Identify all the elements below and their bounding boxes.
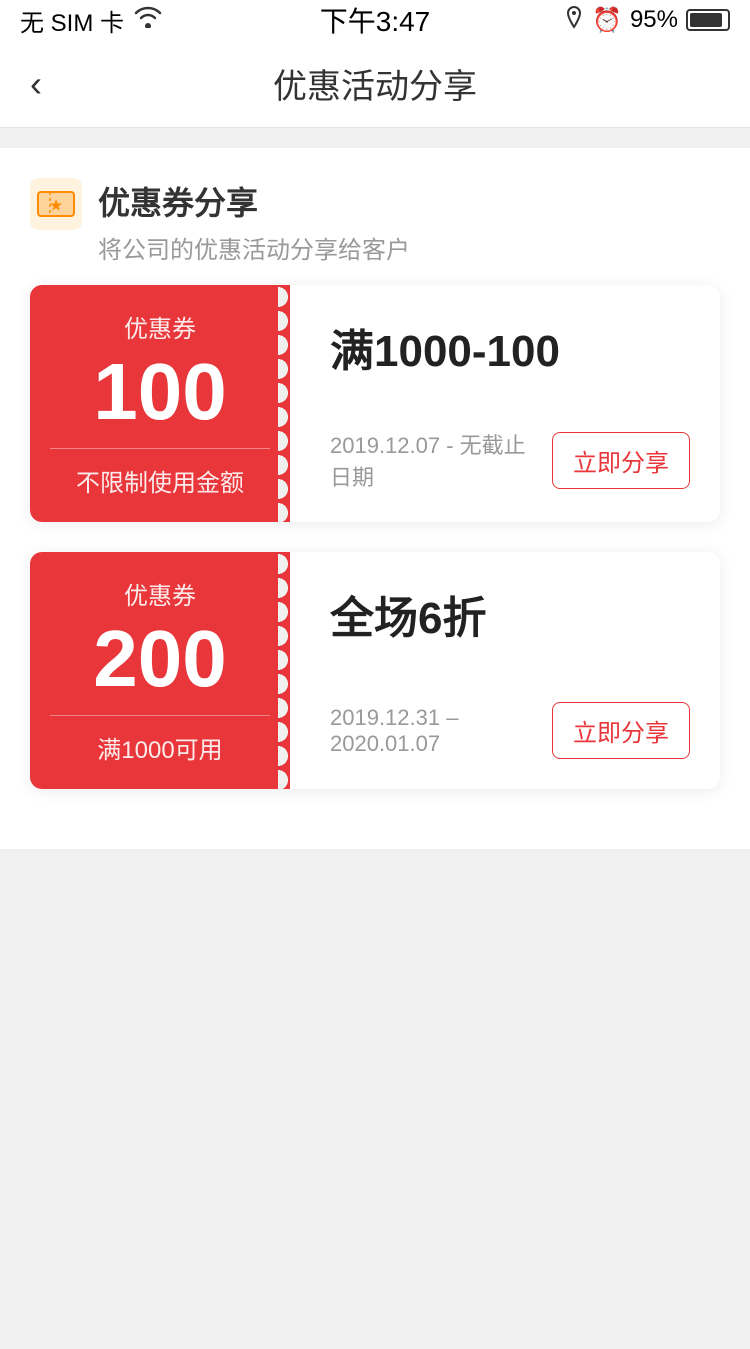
coupon-card-2: 优惠券 200 满1000可用 全场6折 2019.12.31 – 2020.0… (30, 552, 720, 789)
location-icon (564, 5, 584, 36)
coupon-right-1: 满1000-100 2019.12.07 - 无截止日期 立即分享 (290, 285, 720, 522)
status-time: 下午3:47 (320, 0, 431, 40)
alarm-icon: ⏰ (592, 6, 622, 35)
coupon-right-2: 全场6折 2019.12.31 – 2020.01.07 立即分享 (290, 552, 720, 789)
coupon-label-1: 优惠券 (124, 309, 196, 344)
section-heading: 优惠券分享 (98, 178, 410, 224)
share-button-1[interactable]: 立即分享 (552, 432, 690, 489)
coupon-left-1: 优惠券 100 不限制使用金额 (30, 285, 290, 522)
section-text: 优惠券分享 将公司的优惠活动分享给客户 (98, 178, 410, 265)
coupon-bottom-2: 2019.12.31 – 2020.01.07 立即分享 (330, 702, 690, 759)
gray-background (0, 849, 750, 1349)
carrier-text: 无 SIM 卡 (20, 3, 124, 38)
status-bar: 无 SIM 卡 下午3:47 ⏰ 95% (0, 0, 750, 40)
coupon-condition-2: 满1000可用 (97, 730, 222, 765)
coupon-amount-1: 100 (93, 352, 226, 432)
coupon-title-2: 全场6折 (330, 582, 690, 646)
coupon-label-2: 优惠券 (124, 576, 196, 611)
svg-text:★: ★ (50, 197, 63, 213)
coupon-left-2: 优惠券 200 满1000可用 (30, 552, 290, 789)
coupon-divider-2 (50, 715, 270, 716)
coupon-amount-2: 200 (93, 619, 226, 699)
coupon-share-icon: ★ (30, 178, 82, 230)
coupon-title-1: 满1000-100 (330, 315, 690, 379)
status-right: ⏰ 95% (564, 5, 730, 36)
coupon-card-1: 优惠券 100 不限制使用金额 满1000-100 2019.12.07 - 无… (30, 285, 720, 522)
section-header: ★ 优惠券分享 将公司的优惠活动分享给客户 (0, 148, 750, 285)
coupon-list: 优惠券 100 不限制使用金额 满1000-100 2019.12.07 - 无… (0, 285, 750, 849)
status-left: 无 SIM 卡 (20, 3, 162, 38)
coupon-divider-1 (50, 448, 270, 449)
coupon-bottom-1: 2019.12.07 - 无截止日期 立即分享 (330, 428, 690, 492)
coupon-condition-1: 不限制使用金额 (76, 463, 244, 498)
section-description: 将公司的优惠活动分享给客户 (98, 230, 410, 265)
coupon-date-2: 2019.12.31 – 2020.01.07 (330, 705, 552, 757)
battery-icon (686, 9, 730, 31)
share-button-2[interactable]: 立即分享 (552, 702, 690, 759)
battery-text: 95% (630, 6, 678, 34)
back-button[interactable]: ‹ (30, 63, 42, 105)
wifi-icon (134, 6, 162, 35)
coupon-date-1: 2019.12.07 - 无截止日期 (330, 428, 552, 492)
nav-bar: ‹ 优惠活动分享 (0, 40, 750, 128)
page-title: 优惠活动分享 (273, 59, 477, 108)
top-divider (0, 128, 750, 148)
